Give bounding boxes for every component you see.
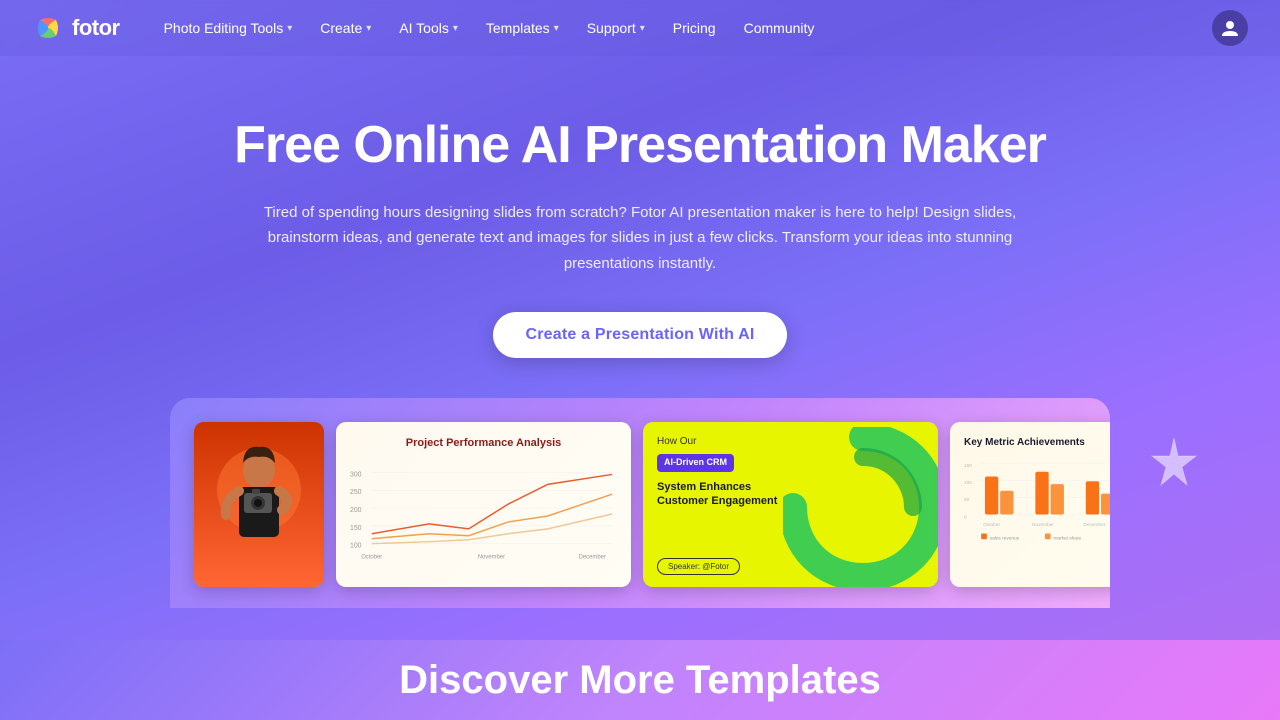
svg-text:December: December (1083, 522, 1105, 528)
navbar: fotor Photo Editing Tools ▾ Create ▾ AI … (0, 0, 1280, 56)
nav-create[interactable]: Create ▾ (308, 14, 383, 42)
svg-text:250: 250 (350, 489, 362, 496)
svg-text:150: 150 (350, 524, 362, 531)
logo-text: fotor (72, 15, 120, 41)
nav-ai-tools[interactable]: AI Tools ▾ (387, 14, 470, 42)
nav-items: Photo Editing Tools ▾ Create ▾ AI Tools … (152, 14, 1212, 42)
star-decoration (1148, 436, 1200, 500)
hero-section: Free Online AI Presentation Maker Tired … (0, 56, 1280, 398)
nav-support[interactable]: Support ▾ (575, 14, 657, 42)
slide3-subtitle1: System Enhances (657, 480, 924, 494)
hero-subtitle: Tired of spending hours designing slides… (260, 200, 1020, 277)
preview-section: Presentation (170, 398, 1110, 608)
slide4-chart: 150 100 50 0 (964, 455, 1110, 555)
person-illustration (214, 435, 304, 575)
svg-text:sales revenue: sales revenue (990, 536, 1020, 542)
slide3-subtitle2: Customer Engagement (657, 494, 924, 508)
svg-text:100: 100 (964, 480, 972, 486)
slide2-chart: 300 250 200 150 100 (350, 459, 617, 569)
slide-card-3: How Our AI-Driven CRM System Enhances Cu… (643, 422, 938, 587)
svg-text:market share: market share (1053, 536, 1081, 542)
logo-icon (32, 12, 64, 44)
chevron-icon: ▾ (554, 23, 559, 34)
chevron-icon: ▾ (366, 23, 371, 34)
svg-text:100: 100 (350, 542, 362, 549)
slide-card-2: Project Performance Analysis 300 250 200… (336, 422, 631, 587)
svg-text:200: 200 (350, 507, 362, 514)
svg-text:300: 300 (350, 471, 362, 478)
svg-text:October: October (983, 522, 1000, 528)
discover-title: Discover More Templates (399, 658, 881, 703)
discover-section: Discover More Templates (0, 640, 1280, 720)
user-avatar-button[interactable] (1212, 10, 1248, 46)
logo[interactable]: fotor (32, 12, 120, 44)
svg-text:0: 0 (964, 515, 967, 521)
nav-pricing[interactable]: Pricing (661, 14, 728, 42)
cta-button[interactable]: Create a Presentation With AI (493, 312, 786, 358)
slide-card-4: Key Metric Achievements 150 100 50 0 (950, 422, 1110, 587)
chevron-icon: ▾ (453, 23, 458, 34)
slide2-title: Project Performance Analysis (350, 436, 617, 450)
hero-title: Free Online AI Presentation Maker (20, 116, 1260, 176)
nav-templates[interactable]: Templates ▾ (474, 14, 571, 42)
svg-text:November: November (1032, 522, 1054, 528)
slide3-badge: AI-Driven CRM (657, 454, 734, 472)
svg-text:November: November (478, 554, 505, 560)
nav-community[interactable]: Community (732, 14, 827, 42)
slide-card-1: Presentation (194, 422, 324, 587)
slide3-title: AI-Driven CRM (657, 451, 924, 476)
slide4-title: Key Metric Achievements (964, 436, 1110, 449)
svg-text:October: October (361, 554, 382, 560)
chevron-icon: ▾ (287, 23, 292, 34)
slide3-speaker: Speaker: @Fotor (657, 558, 740, 575)
svg-text:150: 150 (964, 463, 972, 469)
user-icon (1220, 18, 1240, 38)
svg-text:December: December (579, 554, 606, 560)
slides-row: Presentation (170, 422, 1110, 587)
svg-text:50: 50 (964, 497, 970, 503)
slide3-intro: How Our (657, 436, 924, 447)
chevron-icon: ▾ (640, 23, 645, 34)
nav-photo-editing[interactable]: Photo Editing Tools ▾ (152, 14, 305, 42)
